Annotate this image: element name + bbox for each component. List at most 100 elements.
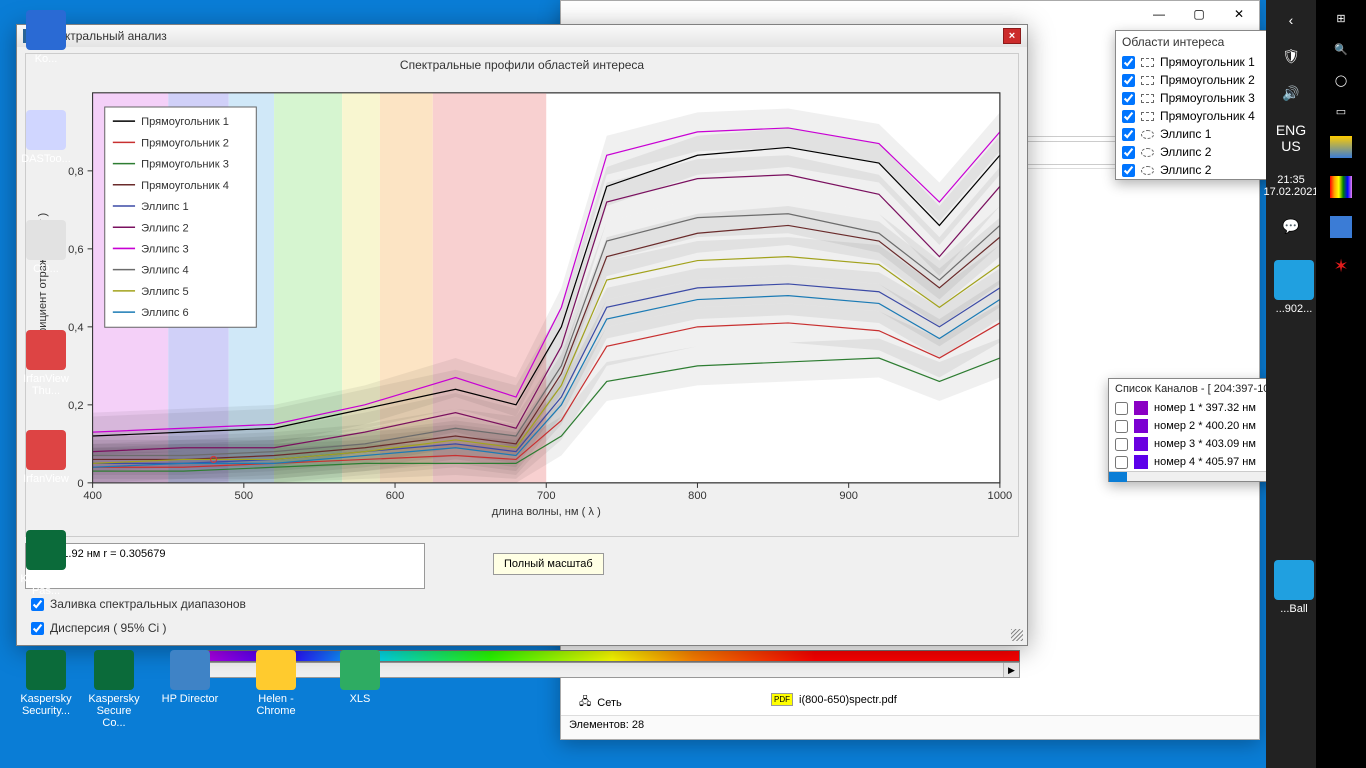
charm-shield-icon[interactable]: 🛡	[1282, 48, 1300, 65]
desktop-icon[interactable]: ...Ball	[1264, 560, 1324, 615]
roi-label: Прямоугольник 4	[1160, 109, 1255, 123]
clock-date: 17.02.2021	[1263, 186, 1318, 198]
edge-explorer-icon[interactable]	[1330, 136, 1352, 158]
channel-label: номер 1 * 397.32 нм	[1154, 402, 1256, 414]
roi-checkbox[interactable]	[1122, 146, 1135, 159]
desktop-icon[interactable]: CO...	[16, 220, 76, 275]
chart-title: Спектральные профили областей интереса	[26, 54, 1018, 76]
full-zoom-button[interactable]: Полный масштаб	[493, 553, 604, 575]
channel-color-swatch	[1134, 401, 1148, 415]
edge-app-puzzle-icon[interactable]: ✶	[1333, 256, 1348, 277]
roi-checkbox[interactable]	[1122, 164, 1135, 177]
sidebar-label: Сеть	[597, 697, 621, 709]
charm-back-icon[interactable]: ‹	[1289, 12, 1294, 28]
channel-label: номер 3 * 403.09 нм	[1154, 438, 1256, 450]
desktop-icon[interactable]: IrfanView	[16, 430, 76, 485]
channel-checkbox[interactable]	[1115, 438, 1128, 451]
desktop-app-icon	[26, 650, 66, 690]
edge-search-icon[interactable]: 🔍	[1334, 43, 1348, 56]
svg-text:Прямоугольник 4: Прямоугольник 4	[141, 180, 229, 192]
channel-scroll-thumb[interactable]	[1109, 472, 1127, 482]
charm-sound-icon[interactable]: 🔊	[1282, 85, 1299, 102]
spectrum-scrollbar[interactable]: ◀ ▶	[188, 662, 1020, 678]
desktop-icon[interactable]: Kaspersky Security...	[16, 650, 76, 717]
lang-code: ENG	[1276, 122, 1306, 138]
checkbox-fill-input[interactable]	[31, 598, 44, 611]
desktop-icon-label: HP Director	[160, 693, 220, 705]
spectral-titlebar[interactable]: Спектральный анализ ×	[17, 25, 1027, 47]
desktop-icon[interactable]: XLS	[330, 650, 390, 705]
channel-checkbox[interactable]	[1115, 402, 1128, 415]
resize-grip-icon[interactable]	[1011, 629, 1023, 641]
ellipse-icon	[1141, 148, 1154, 157]
charm-notifications-icon[interactable]: 💬	[1282, 218, 1299, 235]
svg-text:0: 0	[77, 478, 83, 490]
roi-label: Прямоугольник 3	[1160, 91, 1255, 105]
spectral-window[interactable]: Спектральный анализ × Спектральные профи…	[16, 24, 1028, 646]
desktop-icon-label: Kaspersky Security...	[16, 693, 76, 717]
edge-start-icon[interactable]: ⊞	[1336, 12, 1345, 25]
rectangle-icon	[1141, 76, 1154, 85]
explorer-min-button[interactable]: —	[1139, 1, 1179, 27]
channel-checkbox[interactable]	[1115, 456, 1128, 469]
explorer-close-button[interactable]: ✕	[1219, 1, 1259, 27]
checkbox-label: Заливка спектральных диапазонов	[50, 597, 246, 611]
svg-text:500: 500	[235, 490, 254, 502]
edge-cortana-icon[interactable]: ◯	[1335, 74, 1347, 87]
chart-panel: Спектральные профили областей интереса 4…	[25, 53, 1019, 537]
svg-text:Эллипс 2: Эллипс 2	[141, 222, 189, 234]
desktop-icon-label: Helen - Chrome	[246, 693, 306, 717]
desktop-icon-label: DASToo...	[16, 153, 76, 165]
desktop-icon-label: IrfanView Thu...	[16, 373, 76, 397]
status-count: Элементов: 28	[569, 719, 644, 731]
svg-text:Эллипс 6: Эллипс 6	[141, 307, 189, 319]
windows-charm-bar[interactable]: ‹ 🛡 🔊 ENG US 21:35 17.02.2021 💬	[1266, 0, 1316, 768]
roi-checkbox[interactable]	[1122, 74, 1135, 87]
svg-text:600: 600	[386, 490, 405, 502]
charm-clock[interactable]: 21:35 17.02.2021	[1263, 174, 1318, 198]
windows-edge-bar[interactable]: ⊞ 🔍 ◯ ▭ ✶	[1316, 0, 1366, 768]
desktop-app-icon	[26, 220, 66, 260]
scroll-right-button[interactable]: ▶	[1003, 663, 1019, 677]
channel-checkbox[interactable]	[1115, 420, 1128, 433]
coord-readout: λ = 651.92 нм r = 0.305679	[25, 543, 425, 589]
roi-checkbox[interactable]	[1122, 92, 1135, 105]
desktop-app-icon	[26, 430, 66, 470]
spectrum-thumbnail-strip[interactable]	[205, 650, 1020, 662]
sidebar-item-network[interactable]: 🖧 Сеть	[579, 693, 622, 712]
edge-taskview-icon[interactable]: ▭	[1336, 105, 1346, 118]
desktop-icon-label: Kaspersky Pas...	[16, 573, 76, 597]
svg-text:900: 900	[839, 490, 858, 502]
desktop-icon-label: CO...	[16, 263, 76, 275]
roi-checkbox[interactable]	[1122, 128, 1135, 141]
channel-color-swatch	[1134, 455, 1148, 469]
roi-checkbox[interactable]	[1122, 110, 1135, 123]
desktop-icon-label: Ko...	[16, 53, 76, 65]
checkbox-spectral-fill[interactable]: Заливка спектральных диапазонов	[25, 595, 1019, 613]
checkbox-dispersion[interactable]: Дисперсия ( 95% Ci )	[25, 619, 1019, 637]
desktop-icon[interactable]: ...902...	[1264, 260, 1324, 315]
desktop-icon[interactable]: IrfanView Thu...	[16, 330, 76, 397]
desktop-icon[interactable]: Ko...	[16, 10, 76, 65]
checkbox-disp-input[interactable]	[31, 622, 44, 635]
spectral-chart[interactable]: 400500600700800900100000,20,40,60,8длина…	[32, 76, 1012, 530]
desktop-icon[interactable]: Kaspersky Secure Co...	[84, 650, 144, 729]
desktop-icon[interactable]: Helen - Chrome	[246, 650, 306, 717]
rectangle-icon	[1141, 94, 1154, 103]
roi-checkbox[interactable]	[1122, 56, 1135, 69]
charm-lang[interactable]: ENG US	[1276, 122, 1306, 154]
desktop-icon[interactable]: Kaspersky Pas...	[16, 530, 76, 597]
edge-app-spectrum-icon[interactable]	[1330, 176, 1352, 198]
ellipse-icon	[1141, 130, 1154, 139]
desktop-icon[interactable]: DASToo...	[16, 110, 76, 165]
edge-app-icon[interactable]	[1330, 216, 1352, 238]
explorer-max-button[interactable]: ▢	[1179, 1, 1219, 27]
clock-time: 21:35	[1263, 174, 1318, 186]
file-item-pdf[interactable]: PDF i(800-650)spectr.pdf	[771, 693, 897, 706]
desktop-icon[interactable]: HP Director	[160, 650, 220, 705]
svg-text:Эллипс 4: Эллипс 4	[141, 265, 189, 277]
spectral-close-button[interactable]: ×	[1003, 28, 1021, 44]
svg-text:длина волны, нм ( λ ): длина волны, нм ( λ )	[492, 506, 601, 518]
desktop-app-icon	[1274, 260, 1314, 300]
channel-label: номер 2 * 400.20 нм	[1154, 420, 1256, 432]
